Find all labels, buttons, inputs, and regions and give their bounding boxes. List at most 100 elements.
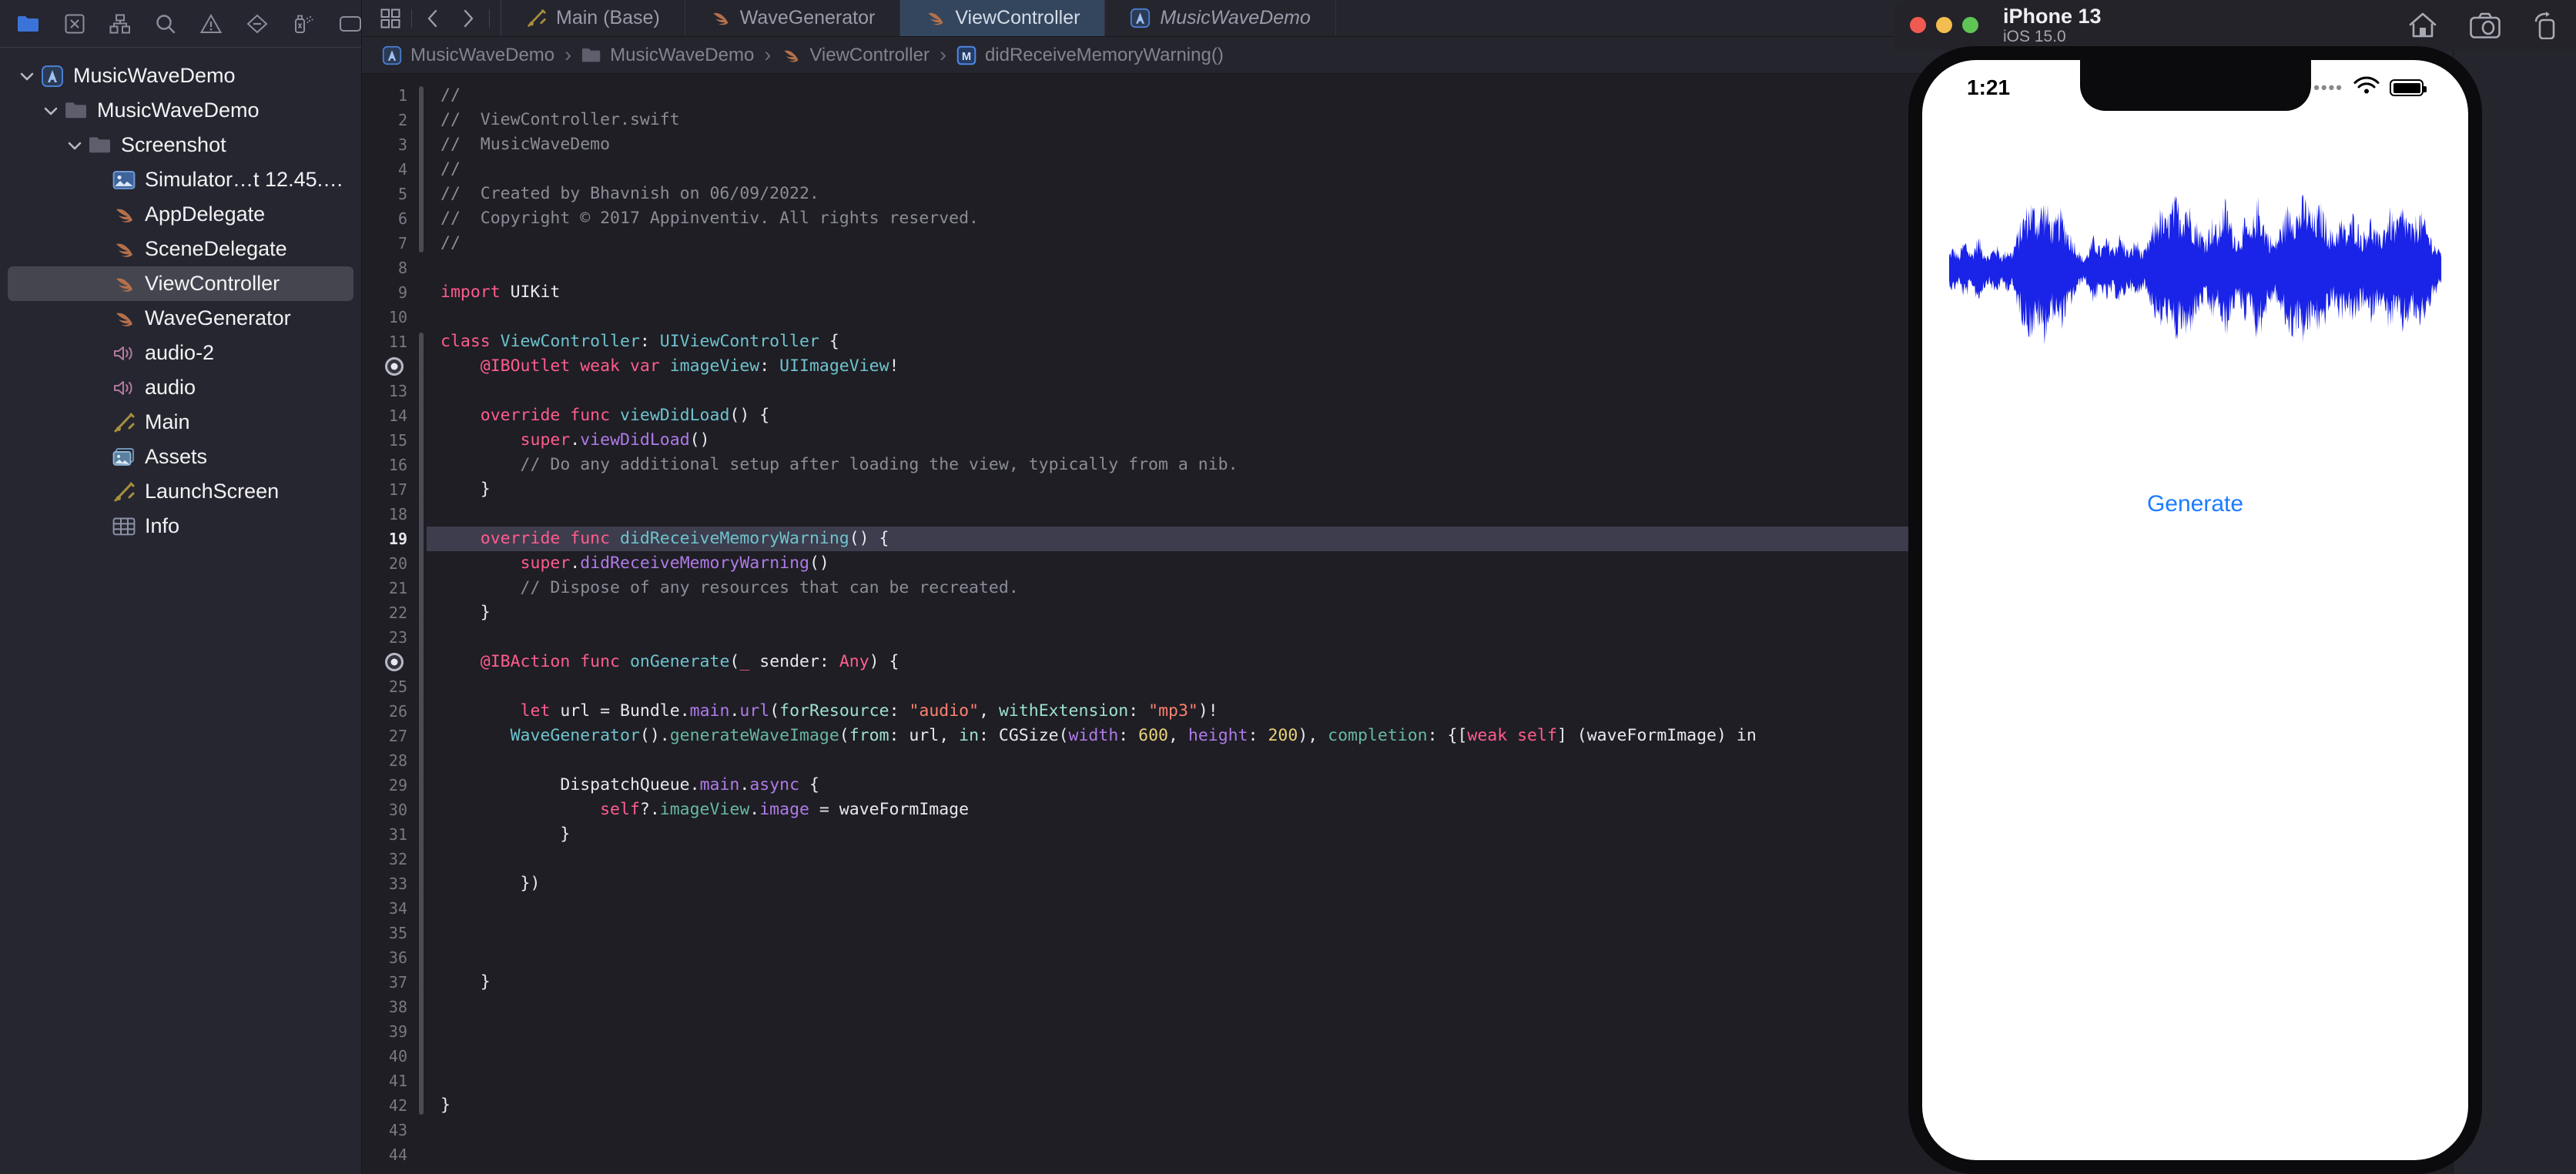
code-fold-rail[interactable] bbox=[416, 74, 427, 1174]
line-number[interactable]: 38 bbox=[362, 995, 407, 1019]
line-number[interactable]: 43 bbox=[362, 1118, 407, 1142]
source-control-icon[interactable] bbox=[65, 11, 85, 37]
file-tree-row[interactable]: ViewController bbox=[8, 266, 353, 301]
line-number[interactable]: 30 bbox=[362, 798, 407, 822]
line-number[interactable]: 41 bbox=[362, 1069, 407, 1093]
minimize-button[interactable] bbox=[1936, 17, 1952, 33]
file-tree-row[interactable]: WaveGenerator bbox=[8, 301, 353, 336]
file-tree-row[interactable]: AppDelegate bbox=[8, 197, 353, 232]
line-number[interactable]: 21 bbox=[362, 576, 407, 600]
file-tree-row[interactable]: Screenshot bbox=[8, 128, 353, 162]
line-number[interactable]: 19 bbox=[362, 527, 407, 551]
breakpoint-marker[interactable] bbox=[385, 653, 404, 671]
breadcrumb-item[interactable]: ViewController bbox=[781, 45, 930, 66]
forward-chevron-icon[interactable] bbox=[451, 1, 486, 36]
line-number[interactable]: 44 bbox=[362, 1142, 407, 1167]
line-number[interactable]: 4 bbox=[362, 157, 407, 182]
line-number[interactable] bbox=[362, 650, 407, 674]
line-number[interactable]: 5 bbox=[362, 182, 407, 206]
rotate-device-icon[interactable] bbox=[2533, 11, 2559, 39]
line-number[interactable]: 28 bbox=[362, 748, 407, 773]
file-tree-row[interactable]: audio-2 bbox=[8, 336, 353, 370]
issue-warning-icon[interactable] bbox=[200, 11, 222, 37]
line-number[interactable]: 32 bbox=[362, 847, 407, 871]
breadcrumb-item[interactable]: MusicWaveDemo bbox=[382, 45, 554, 66]
line-number[interactable]: 10 bbox=[362, 305, 407, 329]
line-number-gutter[interactable]: 1 2 3 4 5 6 7 8 9 10 11 13 14 15 16 17 18 19 20 21 22 23 25 26 2… bbox=[362, 74, 416, 1174]
chevron-down-icon[interactable] bbox=[39, 105, 62, 116]
file-tree-row[interactable]: SceneDelegate bbox=[8, 232, 353, 266]
zoom-button[interactable] bbox=[1962, 17, 1978, 33]
line-number[interactable]: 7 bbox=[362, 231, 407, 256]
search-icon[interactable] bbox=[156, 11, 176, 37]
line-number[interactable]: 14 bbox=[362, 403, 407, 428]
line-number[interactable]: 23 bbox=[362, 625, 407, 650]
chevron-down-icon[interactable] bbox=[15, 71, 39, 82]
code-token: CGSize bbox=[998, 726, 1059, 745]
home-icon[interactable] bbox=[2408, 12, 2437, 39]
test-diamond-icon[interactable] bbox=[246, 11, 268, 37]
line-number[interactable]: 16 bbox=[362, 453, 407, 477]
file-tree-row[interactable]: MusicWaveDemo bbox=[8, 93, 353, 128]
close-button[interactable] bbox=[1910, 17, 1926, 33]
line-number[interactable]: 9 bbox=[362, 280, 407, 305]
line-number[interactable]: 40 bbox=[362, 1044, 407, 1069]
line-number[interactable]: 18 bbox=[362, 502, 407, 527]
back-chevron-icon[interactable] bbox=[415, 1, 451, 36]
chevron-down-icon[interactable] bbox=[63, 140, 86, 151]
code-fold-bar[interactable] bbox=[419, 776, 424, 844]
file-tree-row[interactable]: Assets bbox=[8, 440, 353, 474]
line-number[interactable]: 25 bbox=[362, 674, 407, 699]
breadcrumb-item[interactable]: MdidReceiveMemoryWarning() bbox=[956, 45, 1224, 66]
screenshot-camera-icon[interactable] bbox=[2470, 12, 2501, 38]
line-number[interactable]: 15 bbox=[362, 428, 407, 453]
line-number[interactable]: 2 bbox=[362, 108, 407, 132]
line-number[interactable]: 17 bbox=[362, 477, 407, 502]
code-fold-bar[interactable] bbox=[419, 357, 424, 376]
line-number[interactable]: 39 bbox=[362, 1019, 407, 1044]
line-number[interactable]: 29 bbox=[362, 773, 407, 798]
line-number[interactable]: 22 bbox=[362, 600, 407, 625]
breakpoint-marker[interactable] bbox=[385, 357, 404, 376]
breadcrumb-item[interactable]: MusicWaveDemo bbox=[581, 45, 754, 66]
file-tree-row[interactable]: LaunchScreen bbox=[8, 474, 353, 509]
editor-tab[interactable]: ViewController bbox=[900, 0, 1106, 36]
line-number[interactable]: 34 bbox=[362, 896, 407, 921]
line-number[interactable]: 35 bbox=[362, 921, 407, 945]
line-number[interactable]: 13 bbox=[362, 379, 407, 403]
line-number[interactable]: 31 bbox=[362, 822, 407, 847]
line-number[interactable]: 11 bbox=[362, 329, 407, 354]
code-token: ?. bbox=[639, 800, 660, 819]
line-number[interactable]: 20 bbox=[362, 551, 407, 576]
file-tree-row[interactable]: Simulator…t 12.45.33 bbox=[8, 162, 353, 197]
code-fold-bar[interactable] bbox=[419, 86, 424, 253]
file-tree[interactable]: MusicWaveDemo MusicWaveDemo Screenshot Simu… bbox=[0, 48, 361, 1174]
line-number[interactable]: 33 bbox=[362, 871, 407, 896]
line-number[interactable]: 42 bbox=[362, 1093, 407, 1118]
line-number[interactable]: 36 bbox=[362, 945, 407, 970]
folder-icon[interactable] bbox=[17, 11, 40, 37]
file-tree-row[interactable]: MusicWaveDemo bbox=[8, 59, 353, 93]
line-number[interactable]: 1 bbox=[362, 83, 407, 108]
generate-button[interactable]: Generate bbox=[1922, 491, 2468, 517]
file-tree-row[interactable]: Main bbox=[8, 405, 353, 440]
device-screen[interactable]: 1:21 •••• Generate bbox=[1922, 60, 2468, 1160]
line-number[interactable]: 6 bbox=[362, 206, 407, 231]
line-number[interactable]: 3 bbox=[362, 132, 407, 157]
editor-tab[interactable]: MusicWaveDemo bbox=[1105, 0, 1336, 36]
code-fold-bar[interactable] bbox=[419, 406, 424, 499]
editor-tab[interactable]: Main (Base) bbox=[501, 0, 685, 36]
grid-layout-icon[interactable] bbox=[373, 1, 408, 36]
line-number[interactable]: 8 bbox=[362, 256, 407, 280]
breakpoint-tag-icon[interactable] bbox=[339, 11, 362, 37]
symbol-hierarchy-icon[interactable] bbox=[109, 11, 131, 37]
editor-tab[interactable]: WaveGenerator bbox=[685, 0, 901, 36]
file-tree-row[interactable]: audio bbox=[8, 370, 353, 405]
code-fold-bar[interactable] bbox=[419, 530, 424, 622]
line-number[interactable]: 37 bbox=[362, 970, 407, 995]
line-number[interactable]: 26 bbox=[362, 699, 407, 724]
line-number[interactable]: 27 bbox=[362, 724, 407, 748]
file-tree-row[interactable]: Info bbox=[8, 509, 353, 544]
debug-spray-icon[interactable] bbox=[293, 11, 314, 37]
line-number[interactable] bbox=[362, 354, 407, 379]
